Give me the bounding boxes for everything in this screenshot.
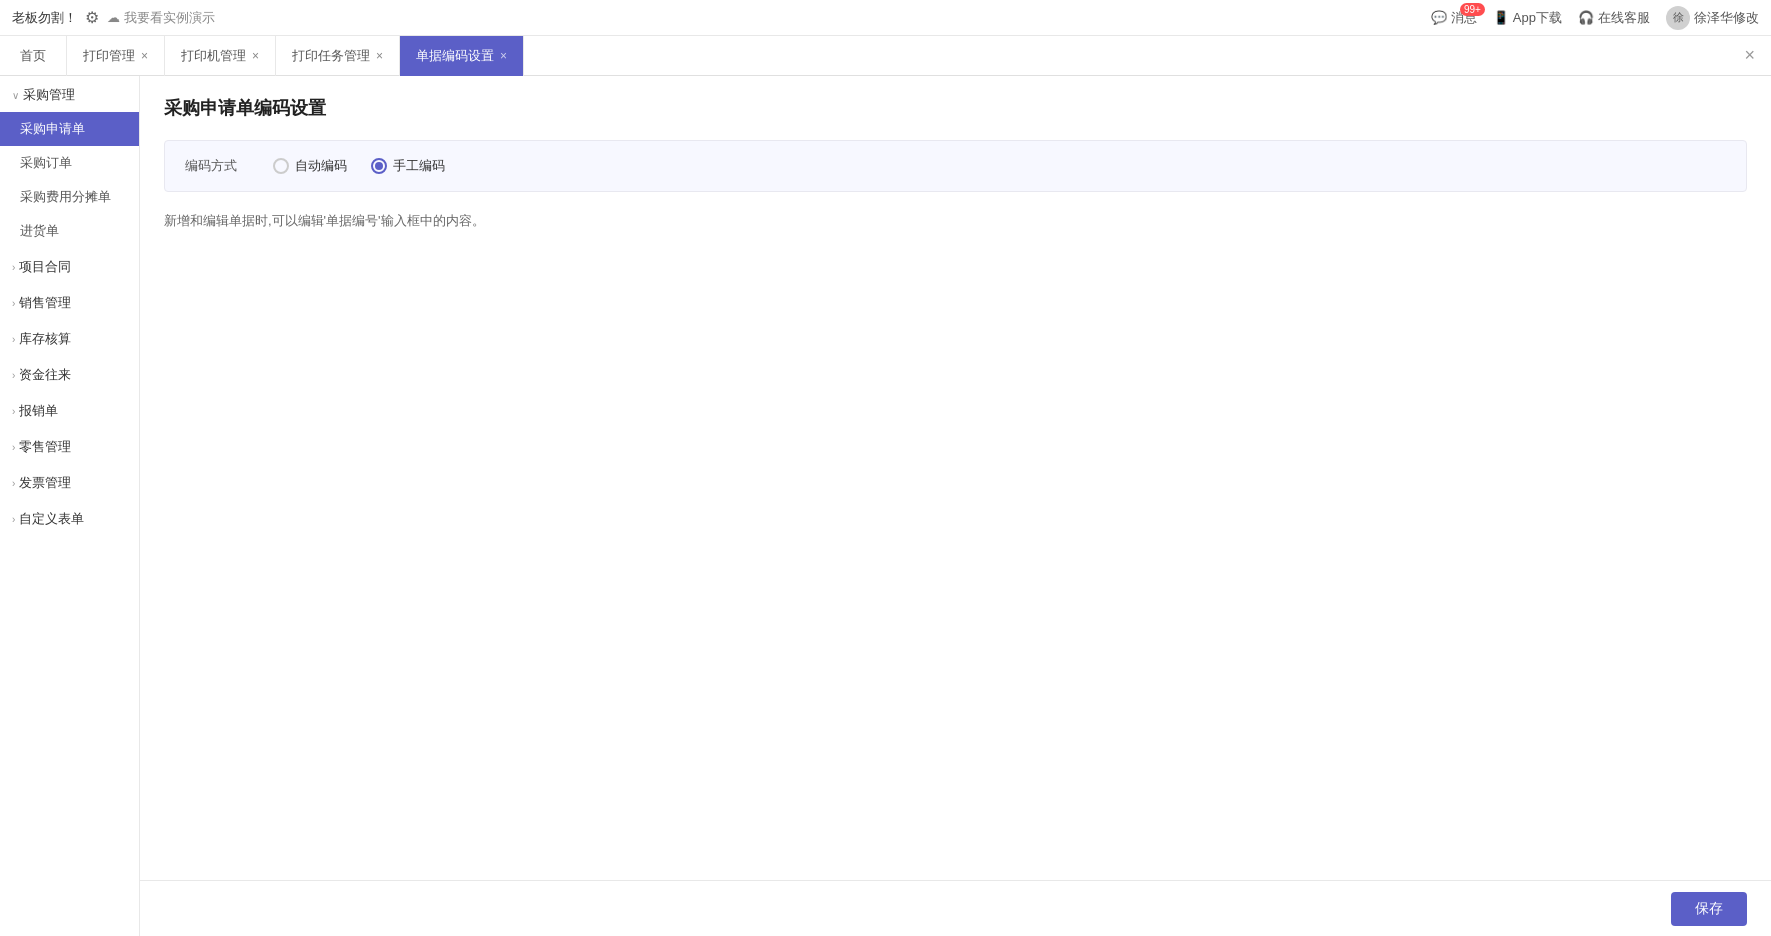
encoding-row: 编码方式 自动编码 手工编码 [185,157,1726,175]
sidebar-item-inbound-label: 进货单 [20,223,59,238]
top-bar: 老板勿割！ ⚙ ☁ 我要看实例演示 💬 消息 99+ 📱 App下载 🎧 在线客… [0,0,1771,36]
auto-code-label: 自动编码 [295,157,347,175]
app-download-button[interactable]: 📱 App下载 [1493,9,1562,27]
user-name: 徐泽华修改 [1694,9,1759,27]
hint-text: 新增和编辑单据时,可以编辑'单据编号'输入框中的内容。 [164,212,1747,230]
tab-bar: 首页 打印管理 × 打印机管理 × 打印任务管理 × 单据编码设置 × × [0,36,1771,76]
chevron-right-icon [12,370,15,381]
online-service-label: 在线客服 [1598,9,1650,27]
sidebar-group-funds: 资金往来 [0,356,139,392]
app-download-label: App下载 [1513,9,1562,27]
page-content: 采购申请单编码设置 编码方式 自动编码 手工编码 新增和编辑单据时,可以编辑'单… [140,76,1771,880]
encoding-label: 编码方式 [185,157,237,175]
message-badge: 99+ [1460,3,1485,16]
sidebar-group-returns-header[interactable]: 报销单 [0,392,139,428]
top-bar-left: 老板勿割！ ⚙ ☁ 我要看实例演示 [12,8,215,27]
close-icon[interactable]: × [500,49,507,63]
sidebar-group-sales-mgmt-label: 销售管理 [19,294,71,312]
sidebar-item-inbound[interactable]: 进货单 [0,214,139,248]
sidebar-item-purchase-request-label: 采购申请单 [20,121,85,136]
tab-print-task-mgmt-label: 打印任务管理 [292,47,370,65]
tab-home-label: 首页 [20,47,46,65]
sidebar-group-custom-form-header[interactable]: 自定义表单 [0,500,139,536]
tab-print-mgmt[interactable]: 打印管理 × [67,36,165,76]
sidebar-group-sales-mgmt: 销售管理 [0,284,139,320]
tab-print-task-mgmt[interactable]: 打印任务管理 × [276,36,400,76]
sidebar: 采购管理 采购申请单 采购订单 采购费用分摊单 进货单 项目合同 [0,76,140,936]
sidebar-group-purchase-mgmt-header[interactable]: 采购管理 [0,76,139,112]
app-icon: 📱 [1493,10,1509,25]
sidebar-group-retail-mgmt: 零售管理 [0,428,139,464]
tab-printer-mgmt[interactable]: 打印机管理 × [165,36,276,76]
sidebar-group-custom-form-label: 自定义表单 [19,510,84,528]
cloud-icon: ☁ [107,10,120,25]
chevron-right-icon [12,514,15,525]
avatar: 徐 [1666,6,1690,30]
sidebar-group-custom-form: 自定义表单 [0,500,139,536]
demo-label: 我要看实例演示 [124,9,215,27]
save-button[interactable]: 保存 [1671,892,1747,926]
message-button[interactable]: 💬 消息 99+ [1431,9,1477,27]
top-bar-title: 老板勿割！ [12,9,77,27]
sidebar-group-project-contract: 项目合同 [0,248,139,284]
user-profile[interactable]: 徐 徐泽华修改 [1666,6,1759,30]
top-bar-right: 💬 消息 99+ 📱 App下载 🎧 在线客服 徐 徐泽华修改 [1431,6,1759,30]
sidebar-group-project-contract-label: 项目合同 [19,258,71,276]
chevron-right-icon [12,478,15,489]
sidebar-group-invoice-mgmt-label: 发票管理 [19,474,71,492]
sidebar-group-funds-header[interactable]: 资金往来 [0,356,139,392]
tab-home[interactable]: 首页 [0,36,67,76]
sidebar-item-purchase-expense-label: 采购费用分摊单 [20,189,111,204]
sidebar-group-retail-mgmt-label: 零售管理 [19,438,71,456]
sidebar-item-purchase-request[interactable]: 采购申请单 [0,112,139,146]
close-icon[interactable]: × [141,49,148,63]
close-icon[interactable]: × [376,49,383,63]
page-footer: 保存 [140,880,1771,936]
sidebar-group-inventory: 库存核算 [0,320,139,356]
sidebar-item-purchase-expense[interactable]: 采购费用分摊单 [0,180,139,214]
tab-single-barcode-settings-label: 单据编码设置 [416,47,494,65]
gear-icon[interactable]: ⚙ [85,8,99,27]
sidebar-group-funds-label: 资金往来 [19,366,71,384]
encoding-section: 编码方式 自动编码 手工编码 [164,140,1747,192]
chevron-right-icon [12,442,15,453]
demo-link[interactable]: ☁ 我要看实例演示 [107,9,215,27]
radio-manual-code[interactable]: 手工编码 [371,157,445,175]
sidebar-group-purchase-mgmt: 采购管理 采购申请单 采购订单 采购费用分摊单 进货单 [0,76,139,248]
sidebar-group-purchase-mgmt-label: 采购管理 [23,86,75,104]
tab-print-mgmt-label: 打印管理 [83,47,135,65]
chevron-down-icon [12,90,19,101]
tab-printer-mgmt-label: 打印机管理 [181,47,246,65]
radio-auto-circle [273,158,289,174]
sidebar-group-returns: 报销单 [0,392,139,428]
headset-icon: 🎧 [1578,10,1594,25]
sidebar-item-purchase-order[interactable]: 采购订单 [0,146,139,180]
radio-manual-circle [371,158,387,174]
main-content: 采购申请单编码设置 编码方式 自动编码 手工编码 新增和编辑单据时,可以编辑'单… [140,76,1771,936]
radio-auto-code[interactable]: 自动编码 [273,157,347,175]
sidebar-group-invoice-mgmt-header[interactable]: 发票管理 [0,464,139,500]
sidebar-group-retail-mgmt-header[interactable]: 零售管理 [0,428,139,464]
chevron-right-icon [12,262,15,273]
sidebar-group-invoice-mgmt: 发票管理 [0,464,139,500]
manual-code-label: 手工编码 [393,157,445,175]
message-icon: 💬 [1431,10,1447,25]
chevron-right-icon [12,334,15,345]
online-service-button[interactable]: 🎧 在线客服 [1578,9,1650,27]
page-title: 采购申请单编码设置 [164,96,1747,120]
sidebar-group-returns-label: 报销单 [19,402,58,420]
chevron-right-icon [12,298,15,309]
sidebar-group-inventory-label: 库存核算 [19,330,71,348]
close-icon[interactable]: × [252,49,259,63]
sidebar-item-purchase-order-label: 采购订单 [20,155,72,170]
main-layout: 采购管理 采购申请单 采购订单 采购费用分摊单 进货单 项目合同 [0,76,1771,936]
sidebar-group-sales-mgmt-header[interactable]: 销售管理 [0,284,139,320]
sidebar-group-inventory-header[interactable]: 库存核算 [0,320,139,356]
global-close-button[interactable]: × [1728,45,1771,66]
tab-single-barcode-settings[interactable]: 单据编码设置 × [400,36,524,76]
chevron-right-icon [12,406,15,417]
sidebar-group-project-contract-header[interactable]: 项目合同 [0,248,139,284]
